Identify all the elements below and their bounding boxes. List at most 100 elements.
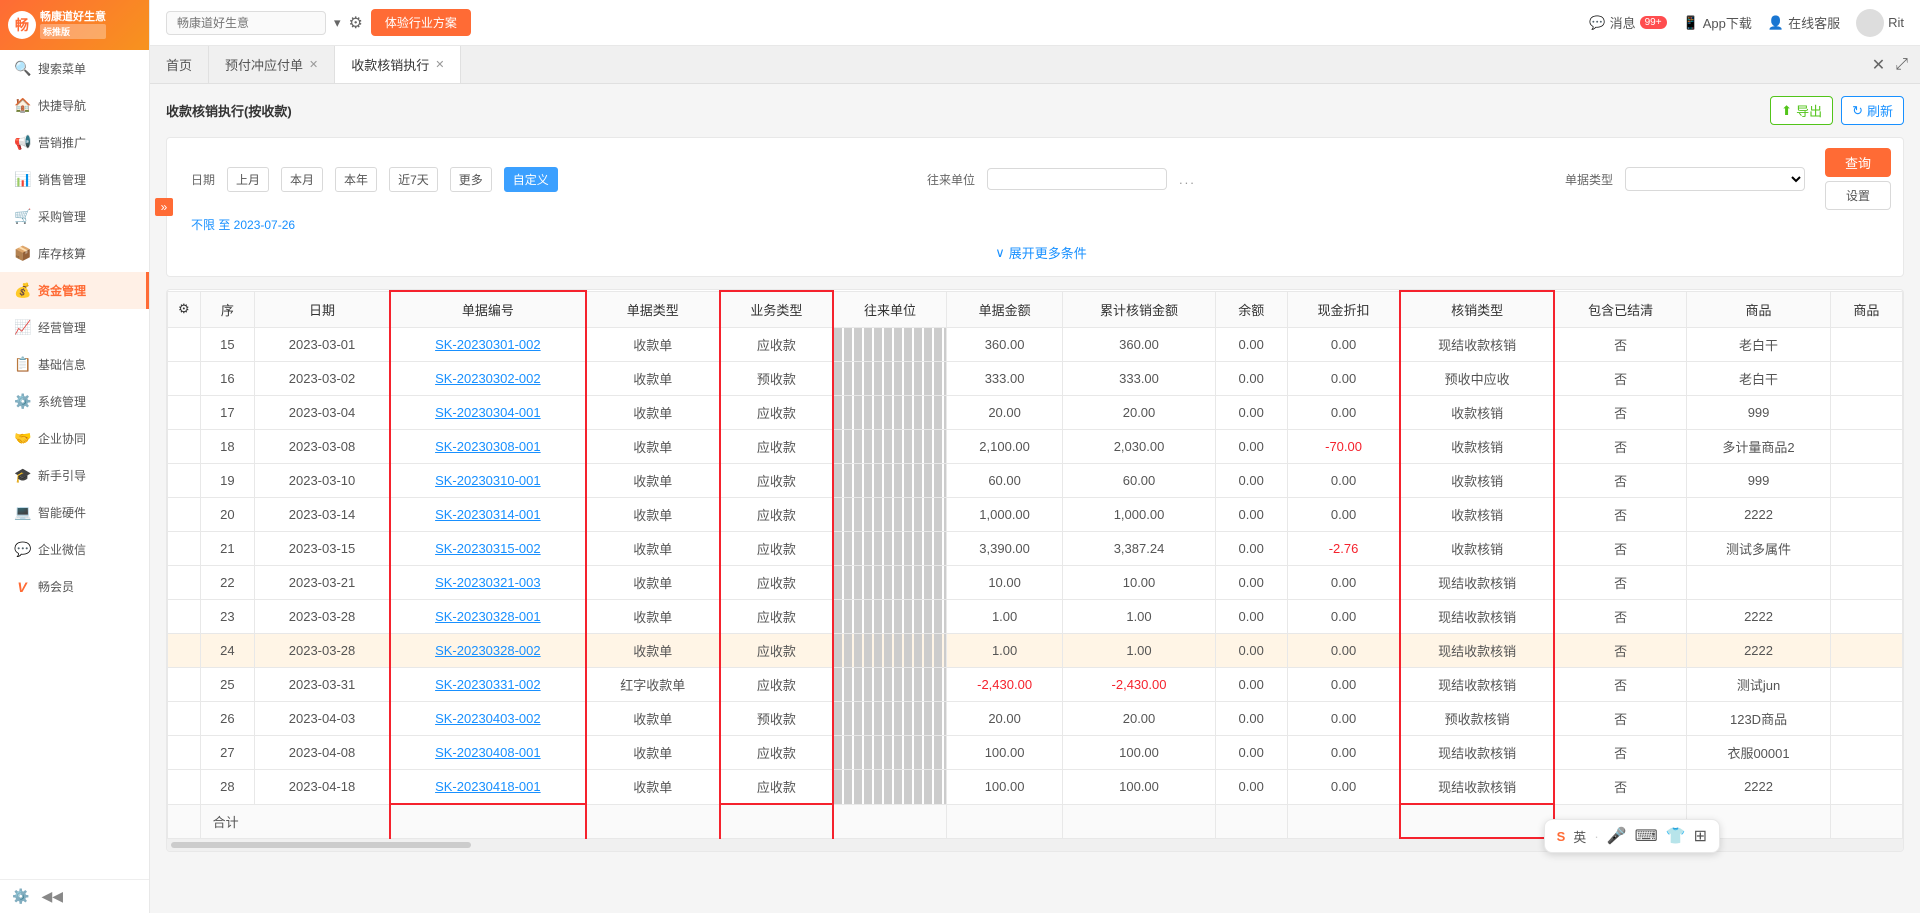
- industry-solution-button[interactable]: 体验行业方案: [371, 9, 471, 36]
- shirt-icon[interactable]: 👕: [1666, 826, 1686, 846]
- cell-amount: 333.00: [946, 362, 1063, 396]
- th-biz-type: 业务类型: [720, 291, 834, 328]
- im-logo: S: [1557, 829, 1566, 844]
- online-service-item[interactable]: 👤 在线客服: [1768, 13, 1840, 32]
- sidebar-item-member[interactable]: V 畅会员: [0, 568, 149, 605]
- cell-voucher_no[interactable]: SK-20230328-002: [390, 634, 586, 668]
- cell-voucher_no[interactable]: SK-20230310-001: [390, 464, 586, 498]
- sidebar-item-search[interactable]: 🔍 搜索菜单: [0, 50, 149, 87]
- table-row: 172023-03-04SK-20230304-001收款单应收款20.0020…: [168, 396, 1903, 430]
- table-header-row: ⚙ 序 日期 单据编号 单据类型 业务类型 往来单位 单据金额 累计核销金额 余…: [168, 291, 1903, 328]
- last-7days-btn[interactable]: 近7天: [389, 167, 438, 192]
- header-gear-icon[interactable]: ⚙: [349, 13, 363, 33]
- message-item[interactable]: 💬 消息 99+: [1589, 13, 1666, 32]
- cell-cash_discount: -70.00: [1287, 430, 1400, 464]
- sidebar-item-operations[interactable]: 📈 经营管理: [0, 309, 149, 346]
- filter-toggle-button[interactable]: »: [155, 198, 173, 216]
- partner-input[interactable]: [987, 168, 1167, 190]
- cell-voucher_no[interactable]: SK-20230408-001: [390, 736, 586, 770]
- sidebar-item-sales[interactable]: 📊 销售管理: [0, 161, 149, 198]
- this-month-btn[interactable]: 本月: [281, 167, 323, 192]
- cell-voucher_no[interactable]: SK-20230315-002: [390, 532, 586, 566]
- this-year-btn[interactable]: 本年: [335, 167, 377, 192]
- settings-footer-icon[interactable]: ⚙️: [12, 888, 29, 905]
- tab-payable-close[interactable]: ✕: [309, 58, 318, 71]
- th-date: 日期: [255, 291, 390, 328]
- grid-icon[interactable]: ⊞: [1694, 826, 1707, 846]
- app-version: 标推版: [40, 24, 106, 39]
- user-info[interactable]: Rit: [1856, 9, 1904, 37]
- cell-total_offset: 20.00: [1063, 702, 1215, 736]
- tab-home[interactable]: 首页: [150, 46, 209, 83]
- cell-goods2: [1830, 770, 1902, 805]
- cell-voucher_no[interactable]: SK-20230321-003: [390, 566, 586, 600]
- sidebar-item-finance[interactable]: 💰 资金管理: [0, 272, 149, 309]
- th-include-settled: 包含已结清: [1554, 291, 1687, 328]
- sidebar-item-quick-nav[interactable]: 🏠 快捷导航: [0, 87, 149, 124]
- cell-voucher_no[interactable]: SK-20230418-001: [390, 770, 586, 805]
- cell-voucher_no[interactable]: SK-20230331-002: [390, 668, 586, 702]
- cell-voucher_no[interactable]: SK-20230308-001: [390, 430, 586, 464]
- sidebar-item-inventory[interactable]: 📦 库存核算: [0, 235, 149, 272]
- cell-voucher_no[interactable]: SK-20230328-001: [390, 600, 586, 634]
- sidebar-item-basic[interactable]: 📋 基础信息: [0, 346, 149, 383]
- app-download-item[interactable]: 📱 App下载: [1683, 13, 1752, 32]
- scroll-thumb[interactable]: [171, 842, 471, 848]
- cell-biz_type: 应收款: [720, 770, 834, 805]
- table-row: 222023-03-21SK-20230321-003收款单应收款10.0010…: [168, 566, 1903, 600]
- cell-gear: [168, 464, 201, 498]
- cell-voucher_type: 收款单: [586, 532, 720, 566]
- tab-collection-close[interactable]: ✕: [435, 58, 444, 71]
- sidebar-item-marketing[interactable]: 📢 营销推广: [0, 124, 149, 161]
- sidebar-label-marketing: 营销推广: [38, 134, 86, 151]
- sidebar-label-inventory: 库存核算: [38, 245, 86, 262]
- sidebar-label-operations: 经营管理: [38, 319, 86, 336]
- filter-dots: ...: [1179, 172, 1196, 187]
- sidebar-item-enterprise[interactable]: 🤝 企业协同: [0, 420, 149, 457]
- th-gear[interactable]: ⚙: [168, 291, 201, 328]
- collapse-icon[interactable]: ◀◀: [41, 888, 63, 905]
- page-content: 收款核销执行(按收款) ⬆ 导出 ↻ 刷新 » 日期 上月: [150, 84, 1920, 864]
- sidebar-item-system[interactable]: ⚙️ 系统管理: [0, 383, 149, 420]
- cell-voucher_type: 收款单: [586, 430, 720, 464]
- sidebar-item-purchase[interactable]: 🛒 采购管理: [0, 198, 149, 235]
- voucher-type-select[interactable]: [1625, 167, 1805, 191]
- cell-date: 2023-04-18: [255, 770, 390, 805]
- mic-icon[interactable]: 🎤: [1607, 826, 1627, 846]
- cell-cash_discount: 0.00: [1287, 634, 1400, 668]
- header-dropdown-arrow[interactable]: ▾: [334, 15, 341, 31]
- sidebar-label-system: 系统管理: [38, 393, 86, 410]
- refresh-button[interactable]: ↻ 刷新: [1841, 96, 1904, 125]
- cell-no: 16: [200, 362, 255, 396]
- last-month-btn[interactable]: 上月: [227, 167, 269, 192]
- cell-voucher_no[interactable]: SK-20230302-002: [390, 362, 586, 396]
- cell-date: 2023-03-15: [255, 532, 390, 566]
- cell-voucher_no[interactable]: SK-20230304-001: [390, 396, 586, 430]
- cell-biz_type: 应收款: [720, 328, 834, 362]
- tab-collection[interactable]: 收款核销执行 ✕: [335, 46, 461, 83]
- tab-payable[interactable]: 预付冲应付单 ✕: [209, 46, 335, 83]
- cell-offset_type: 收款核销: [1400, 464, 1554, 498]
- tab-close-all-icon[interactable]: ✕: [1868, 53, 1889, 77]
- total-label: 合计: [200, 804, 390, 838]
- page-title-text: 收款核销执行(按收款): [166, 101, 292, 120]
- header-search-input[interactable]: [166, 11, 326, 35]
- sidebar-item-hardware[interactable]: 💻 智能硬件: [0, 494, 149, 531]
- more-date-btn[interactable]: 更多: [450, 167, 492, 192]
- cell-voucher_no[interactable]: SK-20230314-001: [390, 498, 586, 532]
- cell-voucher_no[interactable]: SK-20230403-002: [390, 702, 586, 736]
- expand-btn[interactable]: ∨ 展开更多条件: [191, 239, 1891, 266]
- query-button[interactable]: 查询: [1825, 148, 1891, 177]
- custom-date-btn[interactable]: 自定义: [504, 167, 558, 192]
- tab-expand-icon[interactable]: ⤢: [1891, 54, 1912, 76]
- keyboard-icon[interactable]: ⌨: [1635, 826, 1658, 846]
- setting-button[interactable]: 设置: [1825, 181, 1891, 210]
- sidebar-item-wechat[interactable]: 💬 企业微信: [0, 531, 149, 568]
- online-service-label: 在线客服: [1788, 13, 1840, 32]
- cell-cash_discount: 0.00: [1287, 566, 1400, 600]
- export-button[interactable]: ⬆ 导出: [1770, 96, 1833, 125]
- cell-date: 2023-03-01: [255, 328, 390, 362]
- cell-biz_type: 应收款: [720, 634, 834, 668]
- sidebar-item-guide[interactable]: 🎓 新手引导: [0, 457, 149, 494]
- cell-voucher_no[interactable]: SK-20230301-002: [390, 328, 586, 362]
